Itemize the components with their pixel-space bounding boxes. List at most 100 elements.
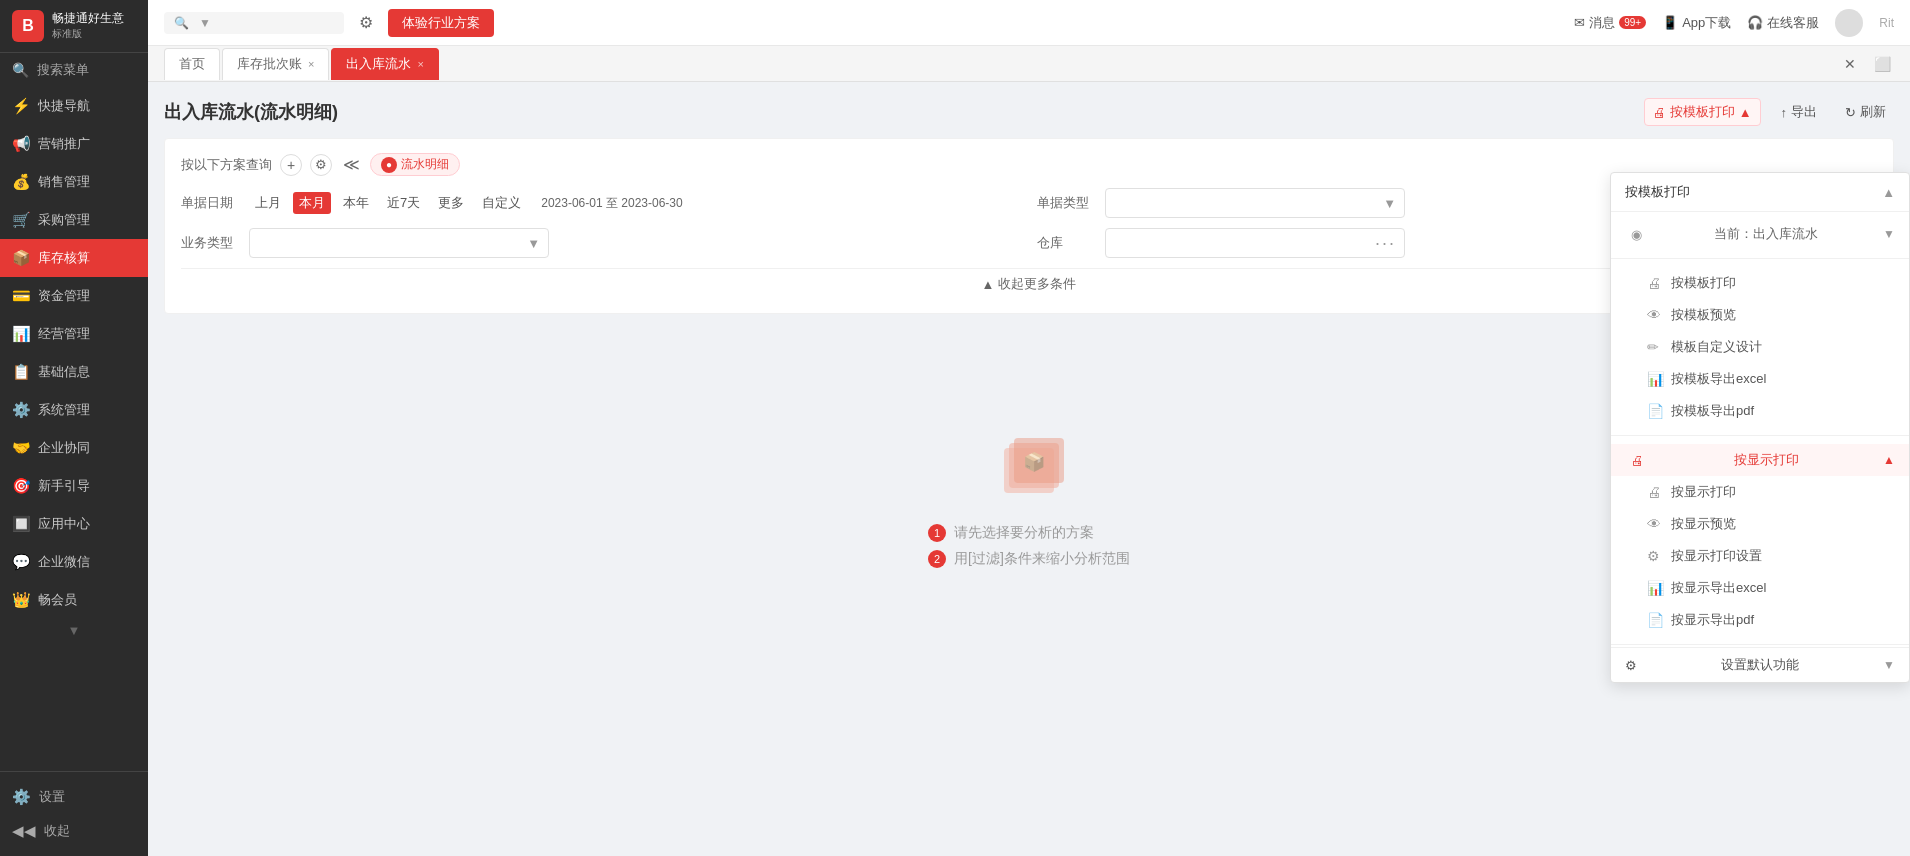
sidebar-collapse-btn[interactable]: ◀◀ 收起 xyxy=(0,814,148,848)
step1-icon: 1 xyxy=(928,524,946,542)
page-title: 出入库流水(流水明细) xyxy=(164,100,338,124)
filter-business-select[interactable]: ▼ xyxy=(249,228,549,258)
dropdown-template-preview-label: 按模板预览 xyxy=(1671,306,1736,324)
dropdown-display-export-excel-label: 按显示导出excel xyxy=(1671,579,1766,597)
sidebar-logo: B 畅捷通好生意 标准版 xyxy=(0,0,148,53)
app-download-label: App下载 xyxy=(1682,14,1731,32)
date-shortcut-7days[interactable]: 近7天 xyxy=(381,192,426,214)
enterprise-icon: 🤝 xyxy=(12,439,30,457)
sidebar-item-system[interactable]: ⚙️ 系统管理 xyxy=(0,391,148,429)
dropdown-template-print-btn[interactable]: 🖨 按模板打印 xyxy=(1611,267,1909,299)
date-shortcut-custom[interactable]: 自定义 xyxy=(476,192,527,214)
dropdown-template-custom-label: 模板自定义设计 xyxy=(1671,338,1762,356)
system-icon: ⚙️ xyxy=(12,401,30,419)
sidebar-item-search[interactable]: 🔍 搜索菜单 xyxy=(0,53,148,87)
print-btn[interactable]: 🖨 按模板打印 ▲ xyxy=(1644,98,1761,126)
settings-icon: ⚙️ xyxy=(12,788,31,806)
filter-warehouse-select[interactable]: ··· xyxy=(1105,228,1405,258)
win-maximize-btn[interactable]: ⬜ xyxy=(1870,52,1894,76)
sidebar-settings-btn[interactable]: ⚙️ 设置 xyxy=(0,780,148,814)
customer-service-btn[interactable]: 🎧 在线客服 xyxy=(1747,14,1819,32)
sidebar-item-operations[interactable]: 📊 经营管理 xyxy=(0,315,148,353)
tab-inventory-batch-close[interactable]: × xyxy=(308,58,314,70)
operations-icon: 📊 xyxy=(12,325,30,343)
date-shortcut-this-month[interactable]: 本月 xyxy=(293,192,331,214)
sidebar-search-label: 搜索菜单 xyxy=(37,61,89,79)
sidebar-item-marketing[interactable]: 📢 营销推广 xyxy=(0,125,148,163)
dropdown-display-export-excel-btn[interactable]: 📊 按显示导出excel xyxy=(1611,572,1909,604)
dropdown-display-arrow: ▲ xyxy=(1883,453,1895,467)
app-download-btn[interactable]: 📱 App下载 xyxy=(1662,14,1731,32)
top-header: 🔍 ▼ ⚙ 体验行业方案 ✉ 消息 99+ 📱 App下载 🎧 在线客服 Rit xyxy=(148,0,1910,46)
filter-business-field: 业务类型 ▼ xyxy=(181,228,1021,258)
dropdown-footer-arrow: ▼ xyxy=(1883,658,1895,672)
sidebar-item-quick-nav[interactable]: ⚡ 快捷导航 xyxy=(0,87,148,125)
date-shortcut-this-year[interactable]: 本年 xyxy=(337,192,375,214)
tab-inventory-batch[interactable]: 库存批次账 × xyxy=(222,48,329,80)
sidebar-item-guide[interactable]: 🎯 新手引导 xyxy=(0,467,148,505)
dropdown-template-preview-btn[interactable]: 👁 按模板预览 xyxy=(1611,299,1909,331)
user-name: Rit xyxy=(1879,16,1894,30)
filter-doc-type-select[interactable]: ▼ xyxy=(1105,188,1405,218)
dropdown-template-custom-btn[interactable]: ✏ 模板自定义设计 xyxy=(1611,331,1909,363)
filter-add-btn[interactable]: + xyxy=(280,154,302,176)
tab-inventory-flow-close[interactable]: × xyxy=(417,58,423,70)
sidebar-item-basic[interactable]: 📋 基础信息 xyxy=(0,353,148,391)
sidebar-item-label: 新手引导 xyxy=(38,477,90,495)
export-btn[interactable]: ↑ 导出 xyxy=(1773,99,1826,125)
dropdown-divider-3 xyxy=(1611,644,1909,645)
dropdown-display-section-header[interactable]: 🖨 按显示打印 ▲ xyxy=(1611,444,1909,476)
filter-tag-icon: ● xyxy=(381,157,397,173)
user-avatar[interactable] xyxy=(1835,9,1863,37)
dropdown-template-export-excel-btn[interactable]: 📊 按模板导出excel xyxy=(1611,363,1909,395)
tab-home[interactable]: 首页 xyxy=(164,48,220,80)
header-search-box[interactable]: 🔍 ▼ xyxy=(164,12,344,34)
header-search-arrow: ▼ xyxy=(199,16,211,30)
dropdown-display-preview-btn[interactable]: 👁 按显示预览 xyxy=(1611,508,1909,540)
dropdown-display-section-label: 按显示打印 xyxy=(1734,451,1799,469)
sidebar-item-label: 系统管理 xyxy=(38,401,90,419)
trial-btn[interactable]: 体验行业方案 xyxy=(388,9,494,37)
marketing-icon: 📢 xyxy=(12,135,30,153)
dropdown-display-print-btn[interactable]: 🖨 按显示打印 xyxy=(1611,476,1909,508)
date-shortcuts: 上月 本月 本年 近7天 更多 自定义 2023-06-01 至 2023-06… xyxy=(249,192,683,214)
sidebar-item-membership[interactable]: 👑 畅会员 xyxy=(0,581,148,619)
dropdown-display-print-settings-btn[interactable]: ⚙ 按显示打印设置 xyxy=(1611,540,1909,572)
dropdown-display-export-pdf-btn[interactable]: 📄 按显示导出pdf xyxy=(1611,604,1909,636)
dropdown-current-item[interactable]: ◉ 当前：出入库流水 ▼ xyxy=(1611,218,1909,250)
filter-settings-btn[interactable]: ⚙ xyxy=(310,154,332,176)
sidebar-settings-label: 设置 xyxy=(39,788,65,806)
main-area: 🔍 ▼ ⚙ 体验行业方案 ✉ 消息 99+ 📱 App下载 🎧 在线客服 Rit xyxy=(148,0,1910,856)
sidebar-item-purchase[interactable]: 🛒 采购管理 xyxy=(0,201,148,239)
dropdown-default-func-btn[interactable]: ⚙ 设置默认功能 ▼ xyxy=(1611,647,1909,682)
date-shortcut-last-month[interactable]: 上月 xyxy=(249,192,287,214)
sidebar-item-apps[interactable]: 🔲 应用中心 xyxy=(0,505,148,543)
sidebar-item-wechat[interactable]: 💬 企业微信 xyxy=(0,543,148,581)
sidebar-item-inventory[interactable]: 📦 库存核算 xyxy=(0,239,148,277)
sidebar-item-label: 快捷导航 xyxy=(38,97,90,115)
sidebar-item-enterprise[interactable]: 🤝 企业协同 xyxy=(0,429,148,467)
tab-inventory-flow[interactable]: 出入库流水 × xyxy=(331,48,438,80)
filter-collapse-btn[interactable]: ≪ xyxy=(340,154,362,176)
filter-tag[interactable]: ● 流水明细 xyxy=(370,153,460,176)
date-shortcut-more[interactable]: 更多 xyxy=(432,192,470,214)
sidebar-scroll-down[interactable]: ▼ xyxy=(0,619,148,642)
default-func-icon: ⚙ xyxy=(1625,658,1637,673)
finance-icon: 💳 xyxy=(12,287,30,305)
dropdown-panel: 按模板打印 ▲ ◉ 当前：出入库流水 ▼ 🖨 按模板打印 👁 按模板预览 xyxy=(1610,172,1910,683)
win-close-btn[interactable]: ✕ xyxy=(1838,52,1862,76)
print-label: 按模板打印 xyxy=(1670,103,1735,121)
export-label: 导出 xyxy=(1791,103,1817,121)
message-badge: 99+ xyxy=(1619,16,1646,29)
filter-warehouse-more[interactable]: ··· xyxy=(1375,233,1396,254)
sidebar-item-finance[interactable]: 💳 资金管理 xyxy=(0,277,148,315)
dropdown-display-print-settings-label: 按显示打印设置 xyxy=(1671,547,1762,565)
message-btn[interactable]: ✉ 消息 99+ xyxy=(1574,14,1646,32)
refresh-btn[interactable]: ↻ 刷新 xyxy=(1837,99,1894,125)
header-gear-btn[interactable]: ⚙ xyxy=(352,9,380,37)
logo-sub: 标准版 xyxy=(52,27,124,41)
sidebar-item-sales[interactable]: 💰 销售管理 xyxy=(0,163,148,201)
filter-date-label: 单据日期 xyxy=(181,194,241,212)
dropdown-template-export-pdf-btn[interactable]: 📄 按模板导出pdf xyxy=(1611,395,1909,427)
guide-icon: 🎯 xyxy=(12,477,30,495)
